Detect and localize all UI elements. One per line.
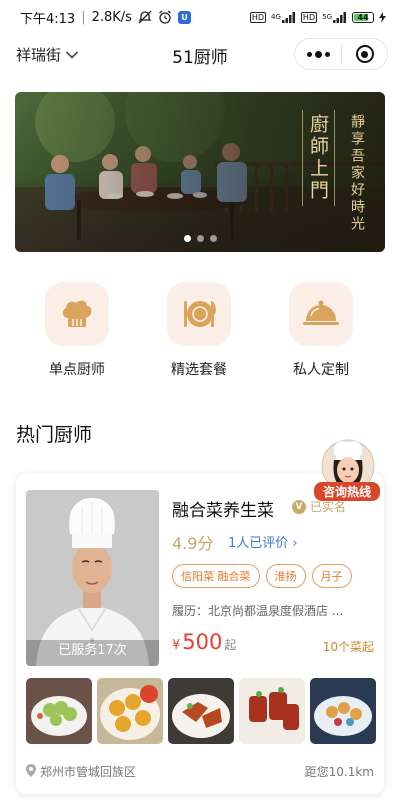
price-currency: ¥ xyxy=(172,638,181,653)
status-time: 下午4:13 xyxy=(20,11,76,27)
category-label: 精选套餐 xyxy=(171,362,227,378)
dish-photo[interactable] xyxy=(168,678,234,744)
status-speed: 2.8K/s xyxy=(91,9,132,25)
dish-gallery xyxy=(26,678,376,744)
banner-title: 廚師上門 xyxy=(302,110,335,206)
carousel-indicator xyxy=(15,235,385,242)
charging-icon xyxy=(379,11,386,23)
location-pin-icon xyxy=(26,763,36,780)
price-suffix: 起 xyxy=(224,638,237,652)
target-icon xyxy=(355,45,374,63)
network-label-2: 5G xyxy=(322,13,332,21)
location-label: 祥瑞街 xyxy=(16,46,62,64)
chevron-down-icon xyxy=(65,46,79,64)
more-menu-button[interactable] xyxy=(295,50,341,58)
location-selector[interactable]: 祥瑞街 xyxy=(16,44,79,65)
battery-icon: 44 xyxy=(352,11,374,23)
reviews-link[interactable]: 1人已评价 › xyxy=(228,532,298,551)
section-title-hot-chefs: 热门厨师 xyxy=(16,424,93,446)
hotline-label: 咨询热线 xyxy=(314,482,380,501)
app-notification-icon: U xyxy=(177,10,191,24)
banner-slogan: 靜享吾家好時光 xyxy=(349,114,365,233)
address-text: 郑州市管城回族区 xyxy=(40,765,137,779)
dish-photo[interactable] xyxy=(26,678,92,744)
category-label: 单点厨师 xyxy=(49,362,105,378)
dish-photo[interactable] xyxy=(239,678,305,744)
dish-photo[interactable] xyxy=(97,678,163,744)
close-mini-program-button[interactable] xyxy=(342,45,387,63)
hd-icon: HD xyxy=(249,11,267,23)
cuisine-tag: 月子 xyxy=(311,564,352,588)
nav-bar: 祥瑞街 51厨师 xyxy=(0,34,400,78)
battery-level: 44 xyxy=(357,12,369,22)
rating-score: 4.9分 xyxy=(172,534,214,553)
banner-carousel[interactable]: 廚師上門 靜享吾家好時光 xyxy=(15,92,385,252)
cuisine-tag: 淮扬 xyxy=(265,564,306,588)
mini-program-capsule xyxy=(294,38,388,70)
cuisine-tags: 信阳菜 融合菜 淮扬 月子 xyxy=(172,564,352,588)
chef-card[interactable]: 已服务17次 融合菜养生菜 V 已实名 4.9分 1人已评价 › 信阳菜 融合菜… xyxy=(16,474,384,794)
alarm-icon xyxy=(158,10,172,24)
cuisine-tag: 信阳菜 融合菜 xyxy=(172,564,260,588)
verified-icon: V xyxy=(292,499,306,514)
chef-photo: 已服务17次 xyxy=(26,490,159,666)
category-label: 私人定制 xyxy=(293,362,349,378)
category-set-meal[interactable]: 精选套餐 xyxy=(138,282,260,379)
chef-distance: 距您10.1km xyxy=(304,765,374,779)
chef-address: 郑州市管城回族区 xyxy=(26,763,136,780)
carousel-dot[interactable] xyxy=(209,235,217,242)
price-value: 500 xyxy=(182,630,223,654)
minimum-dishes: 10个菜起 xyxy=(322,640,374,654)
chef-name: 融合菜养生菜 xyxy=(172,501,274,521)
hotline-float-button[interactable]: 咨询热线 xyxy=(312,436,380,501)
network-label-1: 4G xyxy=(271,13,281,21)
category-private-custom[interactable]: 私人定制 xyxy=(260,282,382,379)
plate-cutlery-icon xyxy=(167,282,231,346)
dish-photo[interactable] xyxy=(310,678,376,744)
hd-icon-2: HD xyxy=(300,11,318,23)
signal-5g-icon: 5G xyxy=(322,11,347,23)
price: ¥ 500 起 xyxy=(172,630,236,654)
status-bar: 下午4:13 | 2.8K/s U HD 4G HD 5G 44 xyxy=(0,0,400,34)
chef-hat-icon xyxy=(45,282,109,346)
mute-icon xyxy=(138,10,152,24)
served-count: 已服务17次 xyxy=(58,643,127,658)
carousel-dot[interactable] xyxy=(196,235,204,242)
chef-resume: 履历：北京尚都温泉度假酒店 ... xyxy=(172,604,344,618)
signal-4g-icon: 4G xyxy=(271,11,296,23)
cloche-icon xyxy=(289,282,353,346)
category-grid: 单点厨师 精选套餐 私人定制 xyxy=(0,282,400,379)
category-single-chef[interactable]: 单点厨师 xyxy=(16,282,138,379)
carousel-dot[interactable] xyxy=(183,235,191,242)
